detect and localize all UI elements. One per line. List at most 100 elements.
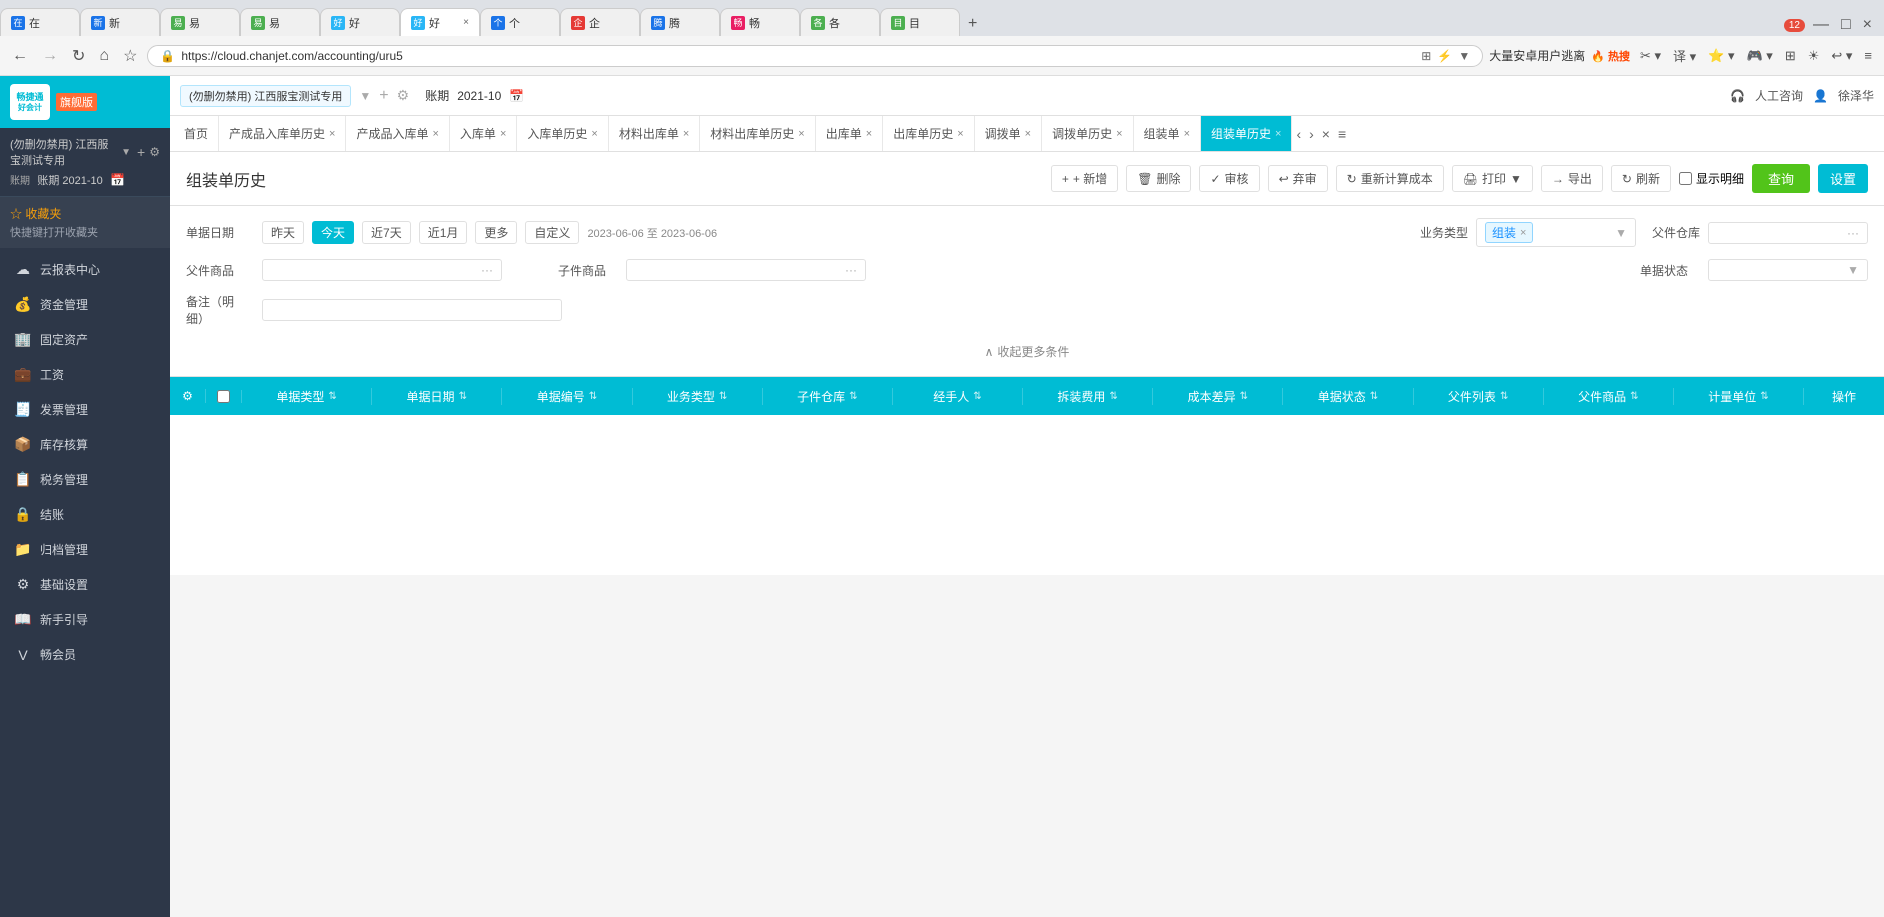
page-tab-9-close[interactable]: × (1025, 128, 1031, 140)
sidebar-item-salary[interactable]: 💼 工资 (0, 357, 170, 392)
page-tab-7-close[interactable]: × (866, 128, 872, 140)
menu-tool[interactable]: ≡ (1860, 44, 1876, 67)
th-bill-type[interactable]: 单据类型 ⇅ (242, 388, 372, 405)
browser-tab-active[interactable]: 好 好 × (400, 8, 480, 36)
tabs-nav-next[interactable]: › (1305, 126, 1318, 142)
page-tab-6[interactable]: 材料出库单历史 × (700, 116, 815, 151)
close-window-button[interactable]: × (1859, 14, 1876, 36)
undo-tool[interactable]: ↩ ▾ (1827, 44, 1856, 67)
show-detail-input[interactable] (1679, 172, 1692, 185)
status-selector[interactable]: ▼ (1708, 259, 1868, 281)
page-tab-1-close[interactable]: × (329, 128, 335, 140)
address-input[interactable] (181, 49, 1415, 63)
date-btn-1month[interactable]: 近1月 (419, 221, 468, 244)
page-tab-4-close[interactable]: × (591, 128, 597, 140)
print-button[interactable]: 🖨 打印 ▼ (1452, 165, 1533, 192)
cut-tool[interactable]: ✂ ▾ (1636, 44, 1665, 67)
home-button[interactable]: ⌂ (95, 45, 113, 67)
company-dropdown-icon[interactable]: ▼ (121, 147, 131, 158)
page-tab-2-close[interactable]: × (432, 128, 438, 140)
dropdown-arrow[interactable]: ▼ (359, 89, 371, 103)
browser-tab-5[interactable]: 好 好 (320, 8, 400, 36)
print-dropdown-icon[interactable]: ▼ (1510, 172, 1522, 186)
back-button[interactable]: ← (8, 45, 32, 67)
browser-tab-1[interactable]: 在 在 (0, 8, 80, 36)
page-tab-5[interactable]: 材料出库单 × (609, 116, 700, 151)
th-settings[interactable]: ⚙ (170, 389, 206, 403)
th-handler[interactable]: 经手人 ⇅ (893, 388, 1023, 405)
query-button[interactable]: 查询 (1752, 164, 1810, 193)
th-checkbox[interactable] (206, 390, 242, 403)
restore-button[interactable]: □ (1837, 14, 1855, 36)
add-company-icon[interactable]: + (137, 144, 145, 160)
sidebar-item-closing[interactable]: 🔒 结账 (0, 497, 170, 532)
page-tab-home[interactable]: 首页 (174, 116, 219, 151)
page-tab-8[interactable]: 出库单历史 × (883, 116, 974, 151)
sidebar-item-archive[interactable]: 📁 归档管理 (0, 532, 170, 567)
biz-type-selector[interactable]: 组装 × ▼ (1476, 218, 1636, 247)
add-button[interactable]: + + 新增 (1051, 165, 1118, 192)
page-tab-11[interactable]: 组装单 × (1134, 116, 1201, 151)
browser-tab-2[interactable]: 新 新 (80, 8, 160, 36)
sidebar-item-basic-settings[interactable]: ⚙ 基础设置 (0, 567, 170, 602)
browser-tab-3[interactable]: 易 易 (160, 8, 240, 36)
page-tab-2[interactable]: 产成品入库单 × (346, 116, 449, 151)
game-tool[interactable]: 🎮 ▾ (1742, 44, 1776, 67)
sidebar-item-tax[interactable]: 📋 税务管理 (0, 462, 170, 497)
refresh-button[interactable]: ↻ 刷新 (1611, 165, 1671, 192)
page-tab-1[interactable]: 产成品入库单历史 × (219, 116, 346, 151)
forward-button[interactable]: → (38, 45, 62, 67)
page-tab-active[interactable]: 组装单历史 × (1201, 116, 1292, 151)
translate-tool[interactable]: 译 ▾ (1669, 44, 1700, 67)
sun-tool[interactable]: ☀ (1804, 44, 1824, 67)
sidebar-item-fixed-assets[interactable]: 🏢 固定资产 (0, 322, 170, 357)
biz-type-remove[interactable]: × (1520, 227, 1526, 239)
page-tab-7[interactable]: 出库单 × (816, 116, 883, 151)
notes-input[interactable] (262, 299, 562, 321)
export-button[interactable]: → 导出 (1541, 165, 1603, 192)
calendar-icon[interactable]: 📅 (110, 173, 125, 187)
browser-tab-7[interactable]: 企 企 (560, 8, 640, 36)
sidebar-item-inventory[interactable]: 📦 库存核算 (0, 427, 170, 462)
page-tab-10-close[interactable]: × (1116, 128, 1122, 140)
parent-goods-dots[interactable]: ··· (481, 263, 493, 277)
recalc-button[interactable]: ↻ 重新计算成本 (1336, 165, 1444, 192)
select-all-checkbox[interactable] (217, 390, 230, 403)
page-tab-10[interactable]: 调拨单历史 × (1042, 116, 1133, 151)
browser-tab-9[interactable]: 畅 畅 (720, 8, 800, 36)
th-bill-status[interactable]: 单据状态 ⇅ (1283, 388, 1413, 405)
th-bill-date[interactable]: 单据日期 ⇅ (372, 388, 502, 405)
page-tab-3[interactable]: 入库单 × (450, 116, 517, 151)
browser-tab-6[interactable]: 个 个 (480, 8, 560, 36)
page-tab-4[interactable]: 入库单历史 × (517, 116, 608, 151)
th-bill-no[interactable]: 单据编号 ⇅ (502, 388, 632, 405)
add-company-header[interactable]: + (379, 87, 388, 105)
warehouse-selector[interactable]: ··· (1708, 222, 1868, 244)
status-dropdown[interactable]: ▼ (1847, 263, 1859, 277)
date-btn-yesterday[interactable]: 昨天 (262, 221, 304, 244)
page-tab-3-close[interactable]: × (500, 128, 506, 140)
address-dropdown[interactable]: ▼ (1458, 49, 1470, 63)
page-tab-6-close[interactable]: × (798, 128, 804, 140)
new-tab-button[interactable]: + (960, 12, 985, 36)
sidebar-item-guide[interactable]: 📖 新手引导 (0, 602, 170, 637)
th-disassembly-fee[interactable]: 拆装费用 ⇅ (1023, 388, 1153, 405)
th-child-warehouse[interactable]: 子件仓库 ⇅ (763, 388, 893, 405)
tab-close-active[interactable]: × (463, 17, 469, 28)
sidebar-item-fund[interactable]: 💰 资金管理 (0, 287, 170, 322)
page-tab-8-close[interactable]: × (957, 128, 963, 140)
tabs-close-all[interactable]: × (1318, 126, 1334, 142)
date-btn-more[interactable]: 更多 (475, 221, 517, 244)
abandon-button[interactable]: ↩ 弃审 (1268, 165, 1328, 192)
delete-button[interactable]: 🗑 删除 (1126, 165, 1191, 192)
page-tab-5-close[interactable]: × (683, 128, 689, 140)
show-detail-checkbox[interactable]: 显示明细 (1679, 170, 1744, 187)
address-bar[interactable]: 🔒 ⊞ ⚡ ▼ (147, 45, 1483, 67)
browser-tab-8[interactable]: 腾 腾 (640, 8, 720, 36)
tabs-nav-prev[interactable]: ‹ (1292, 126, 1305, 142)
th-cost-diff[interactable]: 成本差异 ⇅ (1153, 388, 1283, 405)
sidebar-item-invoice[interactable]: 🧾 发票管理 (0, 392, 170, 427)
th-unit[interactable]: 计量单位 ⇅ (1674, 388, 1804, 405)
settings-icon[interactable]: ⚙ (149, 145, 160, 159)
child-goods-dots[interactable]: ··· (845, 263, 857, 277)
